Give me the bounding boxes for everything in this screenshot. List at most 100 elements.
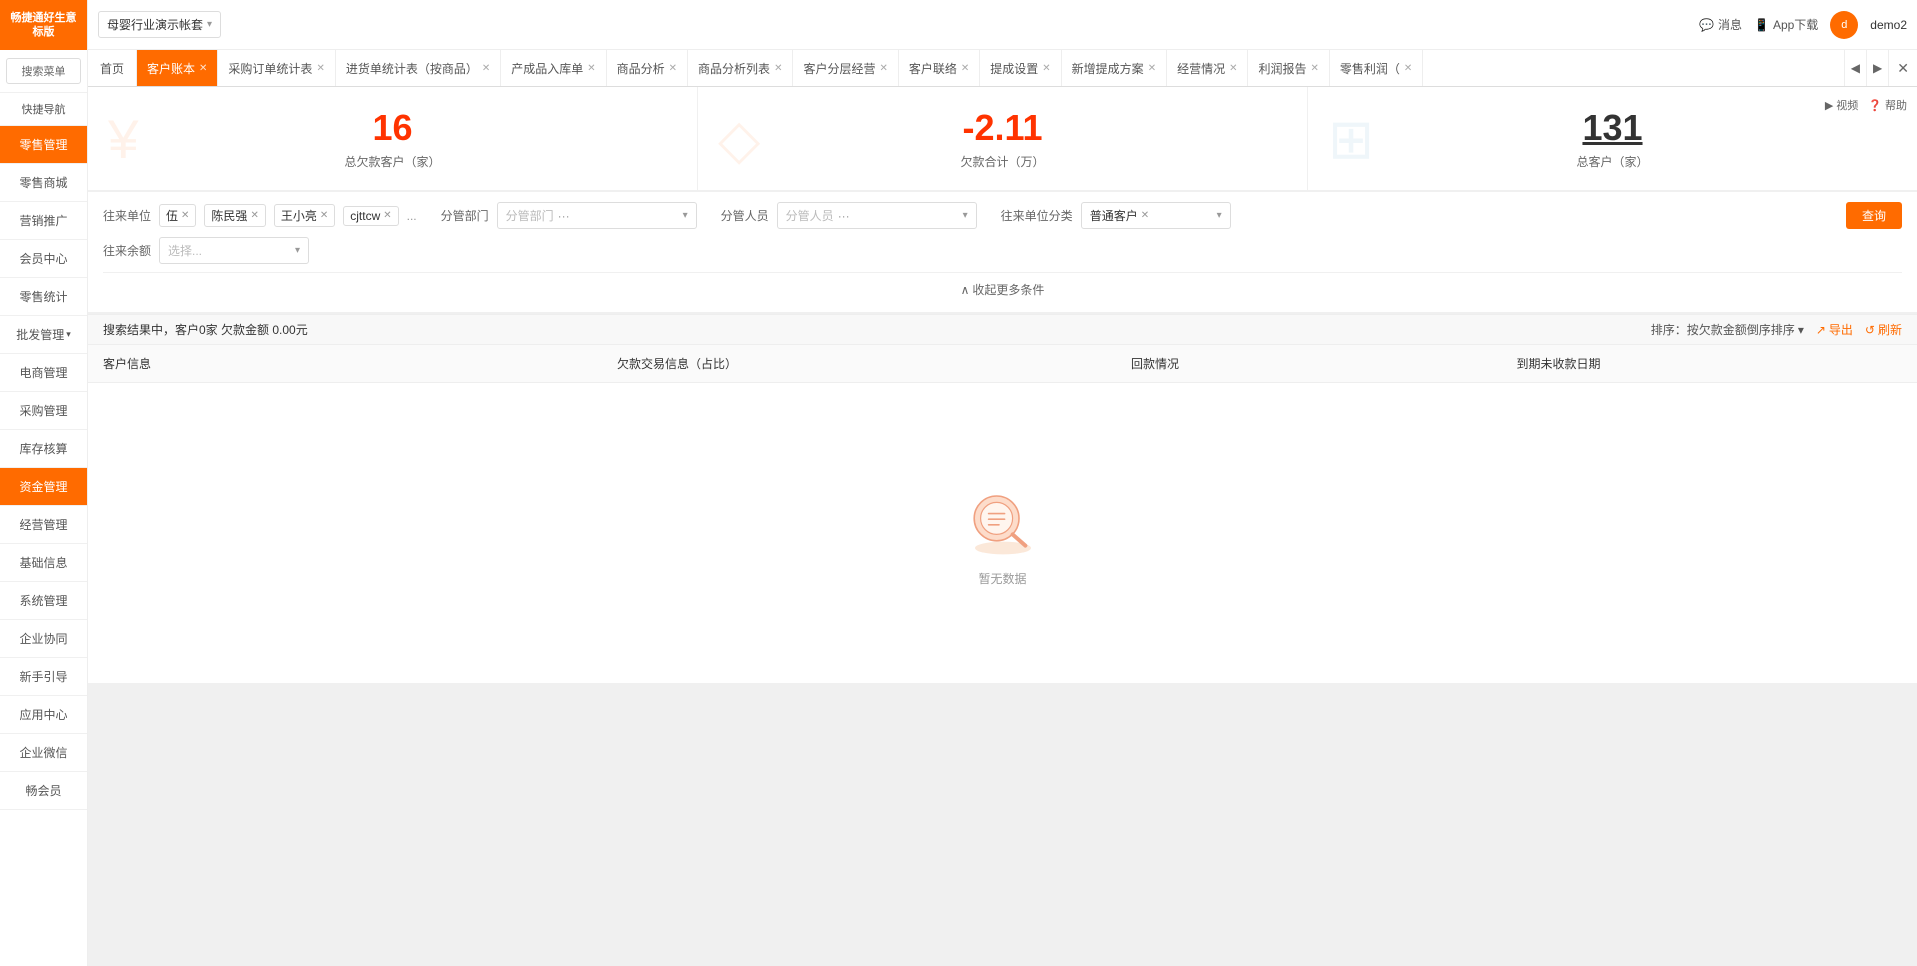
collapse-filters-button[interactable]: ∧ 收起更多条件 [961, 277, 1045, 302]
sidebar-item-vip-member[interactable]: 畅会员 [0, 772, 87, 810]
unit-type-select[interactable]: 普通客户 ✕ ▾ [1081, 202, 1231, 229]
sidebar-item-finance[interactable]: 资金管理 [0, 468, 87, 506]
username-label[interactable]: demo2 [1870, 18, 1907, 32]
sidebar-item-system[interactable]: 系统管理 [0, 582, 87, 620]
stat-number-total-customers: 131 [1582, 107, 1642, 149]
close-tab-icon[interactable]: ✕ [482, 63, 490, 74]
sidebar-item-enterprise[interactable]: 企业协同 [0, 620, 87, 658]
stat-label-credit-amount: 欠款合计（万） [960, 153, 1044, 170]
quick-nav-button[interactable]: 快捷导航 [0, 93, 87, 126]
chevron-down-icon: ▾ [683, 210, 688, 221]
sidebar-item-retail-stats[interactable]: 零售统计 [0, 278, 87, 316]
remove-tag-icon[interactable]: ✕ [181, 210, 189, 221]
filter-tag-unit-4[interactable]: cjttcw ✕ [343, 206, 398, 226]
col-credit-info: 欠款交易信息（占比） [617, 355, 1131, 372]
tab-scroll-right[interactable]: ▶ [1866, 50, 1888, 86]
tab-product-analysis-list[interactable]: 商品分析列表 ✕ [688, 50, 793, 86]
filter-area: 往来单位 伍 ✕ 陈民强 ✕ 王小亮 ✕ cjttcw ✕ ... [88, 192, 1917, 312]
stat-label-total-customers: 总客户（家） [1576, 153, 1648, 170]
remove-tag-icon[interactable]: ✕ [1141, 210, 1149, 221]
tab-purchase-order[interactable]: 采购订单统计表 ✕ [218, 50, 335, 86]
close-all-tabs[interactable]: ✕ [1888, 50, 1917, 86]
close-tab-icon[interactable]: ✕ [1148, 63, 1156, 74]
tab-new-raise[interactable]: 新增提成方案 ✕ [1062, 50, 1167, 86]
filter-tag-unit-3[interactable]: 王小亮 ✕ [274, 204, 335, 227]
close-tab-icon[interactable]: ✕ [1311, 63, 1319, 74]
close-tab-icon[interactable]: ✕ [1404, 63, 1412, 74]
close-tab-icon[interactable]: ✕ [961, 63, 969, 74]
tab-product-analysis[interactable]: 商品分析 ✕ [607, 50, 688, 86]
sidebar-item-inventory[interactable]: 库存核算 [0, 430, 87, 468]
app-download-button[interactable]: 📱 App下载 [1754, 16, 1818, 33]
results-bar: 搜索结果中，客户0家 欠款金额 0.00元 排序：按欠款金额倒序排序 ▾ ↗ 导… [88, 314, 1917, 345]
export-button[interactable]: ↗ 导出 [1816, 321, 1853, 338]
sidebar-item-retail-mgmt[interactable]: 零售管理 [0, 126, 87, 164]
remove-tag-icon[interactable]: ✕ [320, 210, 328, 221]
filter-tag-unit-2[interactable]: 陈民强 ✕ [204, 204, 265, 227]
tab-customer-capital[interactable]: 客户账本 ✕ [137, 50, 218, 86]
col-repayment: 回款情况 [1131, 355, 1517, 372]
building-bg-icon: ⊞ [1328, 107, 1374, 171]
topbar: 母婴行业演示帐套 ▾ 💬 消息 📱 App下载 d demo2 [88, 0, 1917, 50]
sidebar-item-member-center[interactable]: 会员中心 [0, 240, 87, 278]
close-tab-icon[interactable]: ✕ [316, 63, 324, 74]
sidebar-search-section: 搜索菜单 [0, 50, 87, 93]
sidebar-item-new-guide[interactable]: 新手引导 [0, 658, 87, 696]
person-filter-label: 分管人员 [721, 207, 769, 224]
filter-tag-unit-type[interactable]: 普通客户 ✕ [1090, 207, 1149, 224]
close-tab-icon[interactable]: ✕ [669, 63, 677, 74]
tab-customer-connect[interactable]: 客户联络 ✕ [899, 50, 980, 86]
remove-tag-icon[interactable]: ✕ [383, 210, 391, 221]
sort-select[interactable]: 排序：按欠款金额倒序排序 ▾ [1651, 321, 1804, 338]
tab-retail-profit[interactable]: 零售利润（ ✕ [1330, 50, 1423, 86]
dept-filter-label: 分管部门 [441, 207, 489, 224]
message-button[interactable]: 💬 消息 [1699, 16, 1742, 33]
sidebar-logo: 畅捷通好生意 标版 [0, 0, 87, 50]
close-tab-icon[interactable]: ✕ [879, 63, 887, 74]
remove-tag-icon[interactable]: ✕ [250, 210, 258, 221]
tab-customer-segment[interactable]: 客户分层经营 ✕ [793, 50, 898, 86]
close-tab-icon[interactable]: ✕ [199, 63, 207, 74]
more-tags-button[interactable]: ... [407, 209, 417, 223]
account-selector[interactable]: 母婴行业演示帐套 ▾ [98, 11, 221, 38]
refresh-button[interactable]: ↺ 刷新 [1865, 321, 1902, 338]
tab-operation-status[interactable]: 经营情况 ✕ [1167, 50, 1248, 86]
ellipsis-icon[interactable]: ··· [558, 209, 570, 223]
filter-tag-unit-1[interactable]: 伍 ✕ [159, 204, 196, 227]
sidebar-item-wholesale-mgmt[interactable]: 批发管理 ▾ [0, 316, 87, 354]
close-tab-icon[interactable]: ✕ [1229, 63, 1237, 74]
tab-scroll-left[interactable]: ◀ [1844, 50, 1866, 86]
refresh-icon: ↺ [1865, 323, 1875, 337]
tab-product-entry[interactable]: 产成品入库单 ✕ [501, 50, 606, 86]
sidebar-item-marketing[interactable]: 营销推广 [0, 202, 87, 240]
yuan-bg-icon: ¥ [108, 107, 139, 171]
search-menu-button[interactable]: 搜索菜单 [6, 58, 81, 84]
account-name: 母婴行业演示帐套 [107, 16, 203, 33]
close-tab-icon[interactable]: ✕ [774, 63, 782, 74]
sidebar-item-operations[interactable]: 经营管理 [0, 506, 87, 544]
sidebar-item-ecommerce[interactable]: 电商管理 [0, 354, 87, 392]
sidebar-item-enterprise-wechat[interactable]: 企业微信 [0, 734, 87, 772]
dept-select[interactable]: 分管部门 ··· ▾ [497, 202, 697, 229]
sidebar-logo-text: 畅捷通好生意 标版 [11, 11, 77, 40]
query-button[interactable]: 查询 [1846, 202, 1902, 229]
person-select[interactable]: 分管人员 ··· ▾ [777, 202, 977, 229]
ellipsis-icon[interactable]: ··· [838, 209, 850, 223]
sidebar-item-purchase[interactable]: 采购管理 [0, 392, 87, 430]
avatar: d [1830, 11, 1858, 39]
chevron-down-icon: ▾ [295, 245, 300, 256]
col-customer-info: 客户信息 [103, 355, 617, 372]
tab-profit-report[interactable]: 利润报告 ✕ [1248, 50, 1329, 86]
tab-home[interactable]: 首页 [88, 50, 137, 86]
tab-raise-settings[interactable]: 提成设置 ✕ [980, 50, 1061, 86]
results-actions: 排序：按欠款金额倒序排序 ▾ ↗ 导出 ↺ 刷新 [1651, 321, 1902, 338]
tab-stock-stats[interactable]: 进货单统计表（按商品） ✕ [336, 50, 501, 86]
sidebar-item-app-center[interactable]: 应用中心 [0, 696, 87, 734]
close-tab-icon[interactable]: ✕ [587, 63, 595, 74]
close-tab-icon[interactable]: ✕ [1042, 63, 1050, 74]
sidebar-item-retail-mall[interactable]: 零售商城 [0, 164, 87, 202]
balance-filter-label: 往来余额 [103, 242, 151, 259]
sidebar-item-basic-info[interactable]: 基础信息 [0, 544, 87, 582]
balance-select[interactable]: 选择... ▾ [159, 237, 309, 264]
chevron-down-icon: ▾ [1798, 323, 1804, 337]
